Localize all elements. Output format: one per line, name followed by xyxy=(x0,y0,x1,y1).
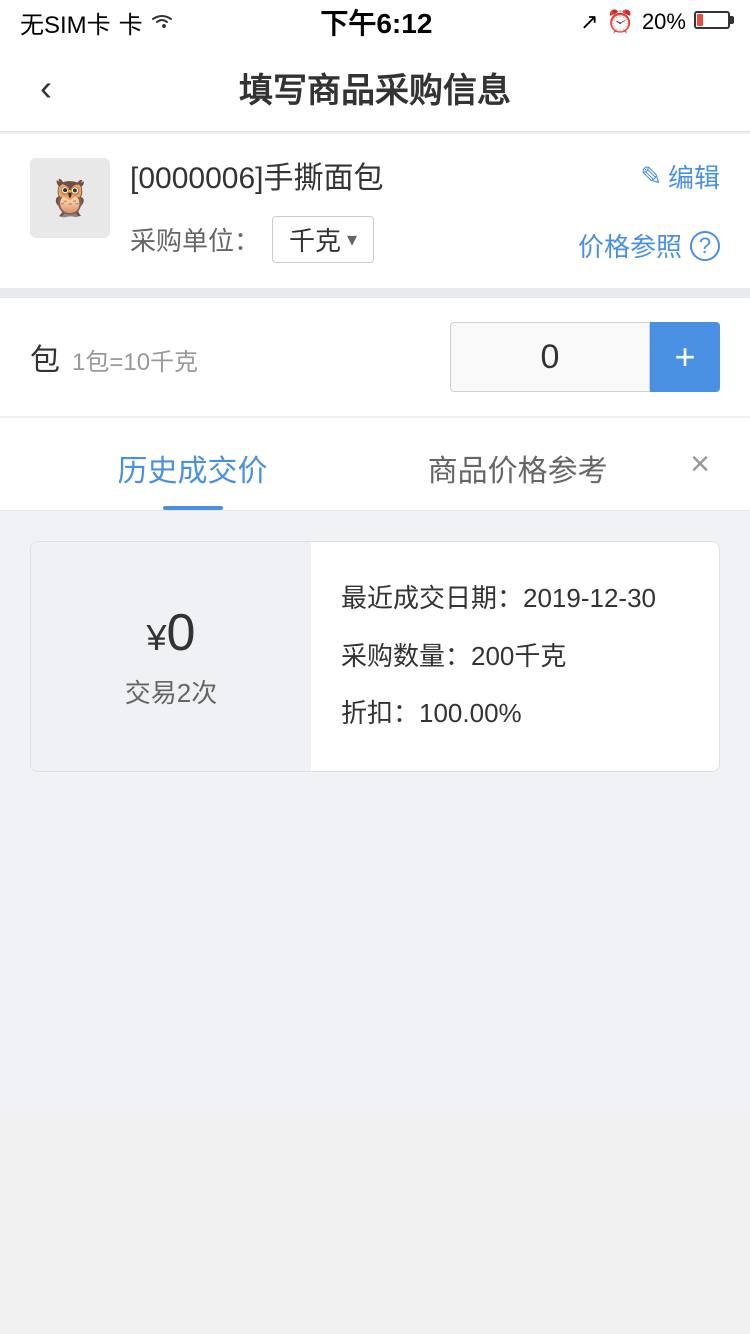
alarm-icon: ⏰ xyxy=(607,9,634,35)
edit-icon: ✎ xyxy=(640,161,662,192)
product-section: 🦉 [0000006]手撕面包 采购单位： 千克 ▾ ✎ 编辑 xyxy=(0,134,750,288)
nav-bar: ‹ 填写商品采购信息 xyxy=(0,44,750,132)
qty-label: 采购数量： xyxy=(341,641,471,671)
battery-icon xyxy=(694,9,730,35)
product-thumbnail: 🦉 xyxy=(30,158,110,238)
unit-select[interactable]: 千克 ▾ xyxy=(272,216,374,263)
quantity-section: 包 1包=10千克 0 + xyxy=(0,298,750,416)
tab2-label: 商品价格参考 xyxy=(428,455,608,488)
discount-value: 100.00% xyxy=(419,698,522,728)
location-icon: ↗ xyxy=(580,9,598,35)
wifi-icon xyxy=(151,14,173,30)
date-value: 2019-12-30 xyxy=(523,583,656,613)
content-area: ¥0 交易2次 最近成交日期：2019-12-30 采购数量：200千克 折扣：… xyxy=(0,511,750,1111)
unit-value: 千克 xyxy=(289,221,341,258)
unit-label: 采购单位： xyxy=(130,221,260,258)
price-ref-icon: ? xyxy=(690,231,720,261)
status-time: 下午6:12 xyxy=(320,2,432,42)
product-left: 🦉 [0000006]手撕面包 采购单位： 千克 ▾ xyxy=(30,158,578,263)
quantity-right: 0 + xyxy=(450,322,720,392)
tabs-section: 历史成交价 商品价格参考 × xyxy=(0,418,750,511)
unit-conversion: 1包=10千克 xyxy=(72,342,198,377)
date-row: 最近成交日期：2019-12-30 xyxy=(341,578,689,620)
transaction-count: 交易2次 xyxy=(125,673,217,710)
product-actions: ✎ 编辑 价格参照 ? xyxy=(578,158,720,264)
discount-row: 折扣：100.00% xyxy=(341,693,689,735)
page-title: 填写商品采购信息 xyxy=(239,63,511,112)
history-card: ¥0 交易2次 最近成交日期：2019-12-30 采购数量：200千克 折扣：… xyxy=(30,541,720,772)
product-header: 🦉 [0000006]手撕面包 采购单位： 千克 ▾ ✎ 编辑 xyxy=(30,158,720,264)
product-unit-row: 采购单位： 千克 ▾ xyxy=(130,216,578,263)
status-left: 无SIM卡 卡 xyxy=(20,5,173,40)
carrier-label: 无SIM卡 xyxy=(20,5,111,40)
quantity-value: 0 xyxy=(541,338,560,377)
quantity-left: 包 1包=10千克 xyxy=(30,335,198,379)
tab-product-price[interactable]: 商品价格参考 xyxy=(355,418,680,510)
card-price-summary: ¥0 交易2次 xyxy=(31,542,311,771)
back-button[interactable]: ‹ xyxy=(30,57,62,119)
qty-value: 200千克 xyxy=(471,641,566,671)
quantity-plus-button[interactable]: + xyxy=(650,322,720,392)
battery-percent: 20% xyxy=(642,9,686,35)
edit-button[interactable]: ✎ 编辑 xyxy=(640,158,720,195)
date-label: 最近成交日期： xyxy=(341,583,523,613)
close-button[interactable]: × xyxy=(680,425,720,504)
tab-history-price[interactable]: 历史成交价 xyxy=(30,418,355,510)
unit-tag: 包 xyxy=(30,335,60,379)
status-bar: 无SIM卡 卡 下午6:12 ↗ ⏰ 20% xyxy=(0,0,750,44)
yen-symbol: ¥ xyxy=(147,617,167,658)
price-display: ¥0 xyxy=(147,603,196,663)
qty-row: 采购数量：200千克 xyxy=(341,636,689,678)
product-name: [0000006]手撕面包 xyxy=(130,158,578,200)
tabs-header: 历史成交价 商品价格参考 × xyxy=(0,418,750,510)
discount-label: 折扣： xyxy=(341,698,419,728)
tab1-label: 历史成交价 xyxy=(118,455,268,488)
unit-arrow-icon: ▾ xyxy=(347,227,357,252)
price-value: 0 xyxy=(167,604,196,662)
status-right: ↗ ⏰ 20% xyxy=(580,9,730,35)
price-ref-label: 价格参照 xyxy=(578,227,682,264)
sim-icon: 卡 xyxy=(119,5,143,40)
product-image: 🦉 xyxy=(48,177,93,219)
divider xyxy=(0,288,750,298)
product-info: [0000006]手撕面包 采购单位： 千克 ▾ xyxy=(130,158,578,263)
quantity-input[interactable]: 0 xyxy=(450,322,650,392)
plus-icon: + xyxy=(674,336,695,378)
price-ref-button[interactable]: 价格参照 ? xyxy=(578,227,720,264)
edit-label: 编辑 xyxy=(668,158,720,195)
card-details: 最近成交日期：2019-12-30 采购数量：200千克 折扣：100.00% xyxy=(311,542,719,771)
